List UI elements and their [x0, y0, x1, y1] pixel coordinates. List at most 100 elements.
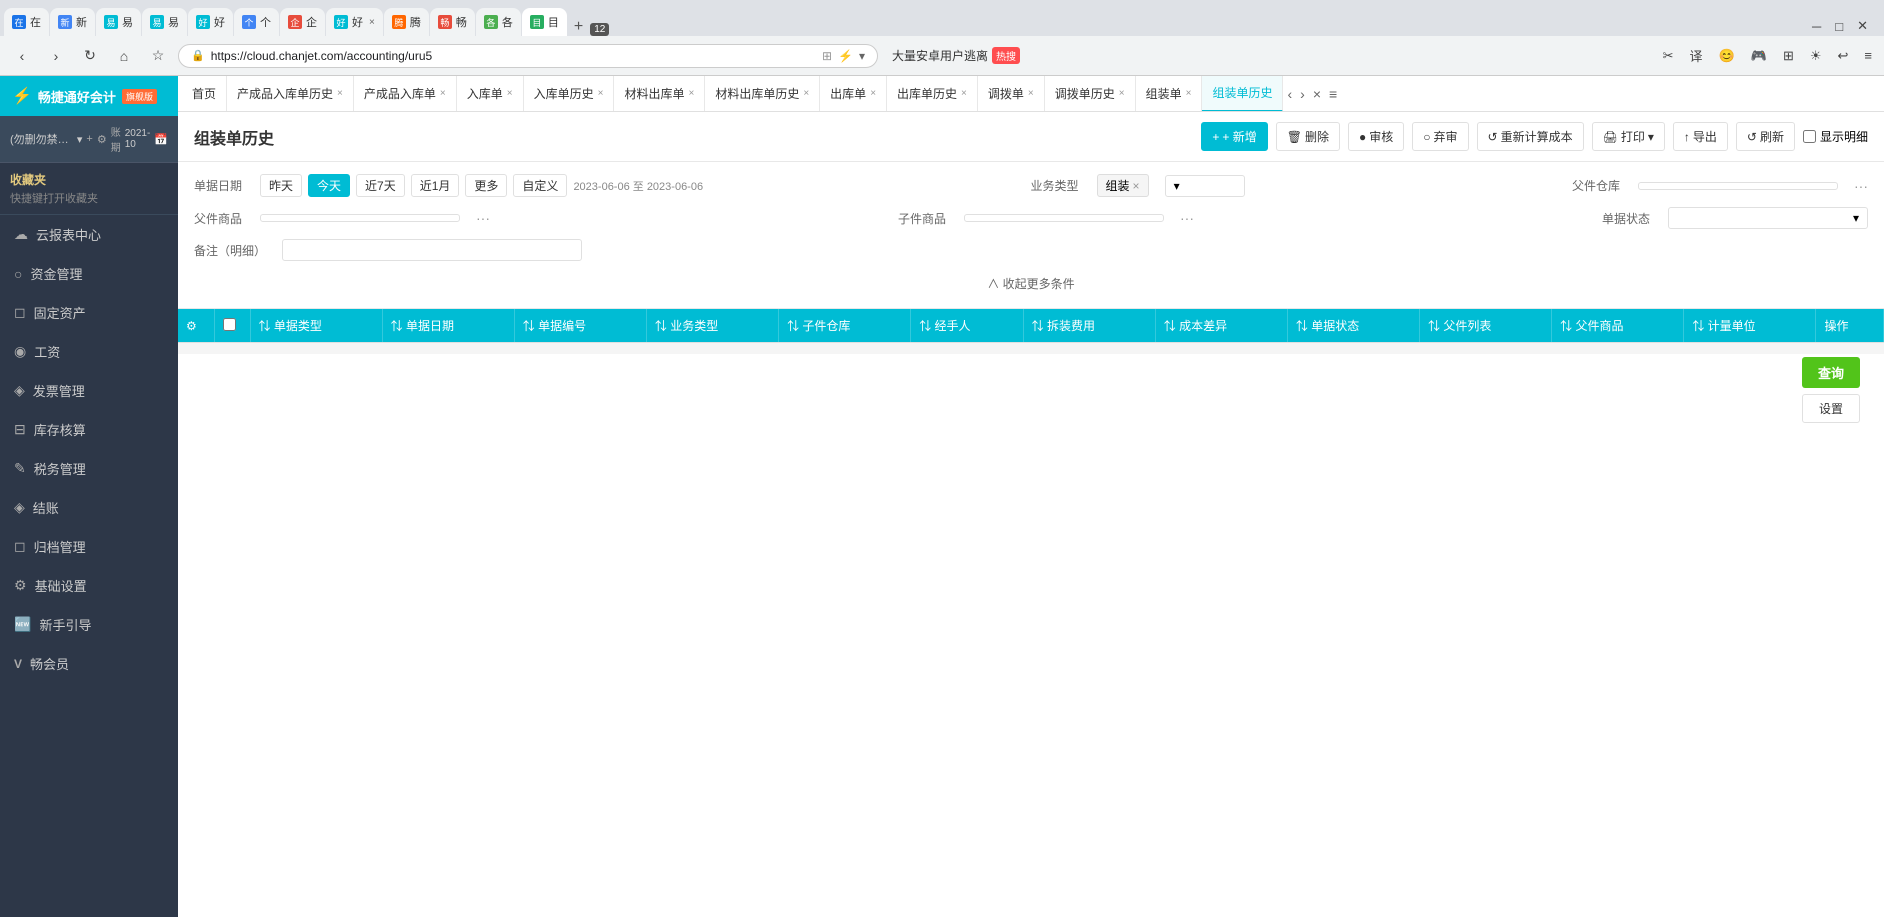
th-date[interactable]: ⇅ 单据日期	[382, 309, 514, 342]
th-type[interactable]: ⇅ 单据类型	[250, 309, 382, 342]
tab-production-in-history-close[interactable]: ×	[337, 88, 343, 99]
add-button[interactable]: + + 新增	[1201, 122, 1267, 151]
sidebar-item-archive[interactable]: ◻ 归档管理	[0, 527, 178, 566]
browser-tab-1[interactable]: 在 在	[4, 8, 49, 36]
collapse-button[interactable]: ∧ 收起更多条件	[987, 275, 1074, 292]
sidebar-item-fund[interactable]: ○ 资金管理	[0, 254, 178, 293]
month-btn[interactable]: 近1月	[411, 174, 460, 197]
custom-date-btn[interactable]: 自定义	[513, 174, 567, 197]
sidebar-item-guide[interactable]: 🆕 新手引导	[0, 605, 178, 644]
tab-out-order[interactable]: 出库单 ×	[820, 76, 887, 112]
home-button[interactable]: ⌂	[110, 42, 138, 70]
tab-assembly-close[interactable]: ×	[1028, 88, 1034, 99]
browser-tab-11[interactable]: 各 各	[476, 8, 521, 36]
th-parent-list[interactable]: ⇅ 父件列表	[1420, 309, 1552, 342]
th-settings[interactable]: ⚙	[178, 309, 214, 342]
th-status[interactable]: ⇅ 单据状态	[1287, 309, 1419, 342]
th-sub-warehouse[interactable]: ⇅ 子件仓库	[779, 309, 911, 342]
audit-button[interactable]: ● 审核	[1348, 122, 1404, 151]
close-button[interactable]: ✕	[1853, 16, 1872, 36]
tab-group-history[interactable]: 组装单历史	[1202, 76, 1283, 112]
bookmark-button[interactable]: ☆	[144, 42, 172, 70]
th-checkbox[interactable]	[214, 309, 250, 342]
tab-in-history[interactable]: 入库单历史 ×	[524, 76, 615, 112]
parent-warehouse-input[interactable]	[1638, 182, 1838, 190]
parent-goods-ellipsis[interactable]: ···	[476, 210, 490, 226]
sub-goods-input[interactable]	[964, 214, 1164, 222]
tab-home[interactable]: 首页	[182, 76, 227, 112]
tab-production-in-close[interactable]: ×	[440, 88, 446, 99]
tab-group-order[interactable]: 组装单 ×	[1136, 76, 1203, 112]
refresh-button[interactable]: ↺ 刷新	[1736, 122, 1795, 151]
status-dropdown[interactable]: ▾	[1668, 207, 1868, 229]
maximize-button[interactable]: □	[1831, 17, 1847, 36]
tab-scroll-right[interactable]: ›	[1296, 86, 1309, 102]
tab-assembly[interactable]: 调拨单 ×	[978, 76, 1045, 112]
url-dropdown-icon[interactable]: ▾	[859, 49, 865, 63]
tab-more-options[interactable]: ≡	[1325, 86, 1341, 102]
business-type-dropdown[interactable]: ▾	[1165, 175, 1245, 197]
tab-out-history[interactable]: 出库单历史 ×	[887, 76, 978, 112]
th-disassembly-cost[interactable]: ⇅ 拆装费用	[1023, 309, 1155, 342]
show-detail-toggle[interactable]: 显示明细	[1803, 128, 1868, 145]
new-tab-button[interactable]: +	[568, 18, 589, 36]
tab-close-8[interactable]: ×	[369, 17, 375, 28]
sidebar-item-settings[interactable]: ⚙ 基础设置	[0, 566, 178, 605]
tab-production-in-history[interactable]: 产成品入库单历史 ×	[227, 76, 354, 112]
undo-icon[interactable]: ↩	[1834, 46, 1853, 66]
tab-assembly-history-close[interactable]: ×	[1119, 88, 1125, 99]
sub-goods-ellipsis[interactable]: ···	[1180, 210, 1194, 226]
browser-tab-8[interactable]: 好 好 ×	[326, 8, 383, 36]
set-button[interactable]: 设置	[1802, 394, 1860, 423]
browser-tab-5[interactable]: 好 好	[188, 8, 233, 36]
tab-material-out-history-close[interactable]: ×	[803, 88, 809, 99]
sidebar-item-settlement[interactable]: ◈ 结账	[0, 488, 178, 527]
browser-tab-2[interactable]: 新 新	[50, 8, 95, 36]
parent-warehouse-ellipsis[interactable]: ···	[1854, 178, 1868, 194]
tab-in-order-close[interactable]: ×	[507, 88, 513, 99]
browser-tab-9[interactable]: 腾 腾	[384, 8, 429, 36]
th-unit[interactable]: ⇅ 计量单位	[1684, 309, 1816, 342]
tab-material-out-history[interactable]: 材料出库单历史 ×	[705, 76, 820, 112]
tab-in-order[interactable]: 入库单 ×	[457, 76, 524, 112]
sidebar-item-payroll[interactable]: ◉ 工资	[0, 332, 178, 371]
minimize-button[interactable]: ─	[1808, 17, 1825, 36]
tab-group-order-close[interactable]: ×	[1186, 88, 1192, 99]
tab-out-history-close[interactable]: ×	[961, 88, 967, 99]
tab-out-order-close[interactable]: ×	[870, 88, 876, 99]
browser-tab-4[interactable]: 易 易	[142, 8, 187, 36]
tab-material-out-close[interactable]: ×	[688, 88, 694, 99]
back-button[interactable]: ‹	[8, 42, 36, 70]
business-type-remove[interactable]: ×	[1133, 179, 1140, 193]
calendar-icon[interactable]: 📅	[154, 133, 168, 146]
week-btn[interactable]: 近7天	[356, 174, 405, 197]
settings-icon[interactable]: ⚙	[97, 133, 107, 146]
reload-button[interactable]: ↻	[76, 42, 104, 70]
tab-scroll-left[interactable]: ‹	[1283, 86, 1296, 102]
query-button[interactable]: 查询	[1802, 357, 1860, 388]
game-icon[interactable]: 🎮	[1747, 46, 1771, 66]
browser-tab-7[interactable]: 企 企	[280, 8, 325, 36]
browser-tab-6[interactable]: 个 个	[234, 8, 279, 36]
browser-tab-10[interactable]: 畅 畅	[430, 8, 475, 36]
yesterday-btn[interactable]: 昨天	[260, 174, 302, 197]
tab-assembly-history[interactable]: 调拨单历史 ×	[1045, 76, 1136, 112]
recalculate-button[interactable]: ↺ 重新计算成本	[1477, 122, 1584, 151]
tab-production-in[interactable]: 产成品入库单 ×	[354, 76, 457, 112]
abandon-button[interactable]: ○ 弃审	[1412, 122, 1468, 151]
more-date-btn[interactable]: 更多	[465, 174, 507, 197]
menu-icon[interactable]: ≡	[1860, 46, 1876, 65]
th-number[interactable]: ⇅ 单据编号	[514, 309, 646, 342]
url-bar[interactable]: 🔒 https://cloud.chanjet.com/accounting/u…	[178, 44, 878, 68]
brightness-icon[interactable]: ☀	[1806, 46, 1826, 66]
scissors-icon[interactable]: ✂	[1659, 46, 1678, 66]
notes-input[interactable]	[282, 239, 582, 261]
parent-goods-input[interactable]	[260, 214, 460, 222]
tab-material-out[interactable]: 材料出库单 ×	[614, 76, 705, 112]
sidebar-item-fixed-assets[interactable]: ◻ 固定资产	[0, 293, 178, 332]
horizontal-scrollbar[interactable]	[178, 342, 1884, 354]
add-company-icon[interactable]: +	[86, 133, 92, 145]
browser-tab-3[interactable]: 易 易	[96, 8, 141, 36]
export-button[interactable]: ↑ 导出	[1673, 122, 1728, 151]
company-selector[interactable]: (勿删勿禁用) 江西服宝测试专用 ▾ + ⚙ 账期 2021-10 📅	[0, 116, 178, 163]
